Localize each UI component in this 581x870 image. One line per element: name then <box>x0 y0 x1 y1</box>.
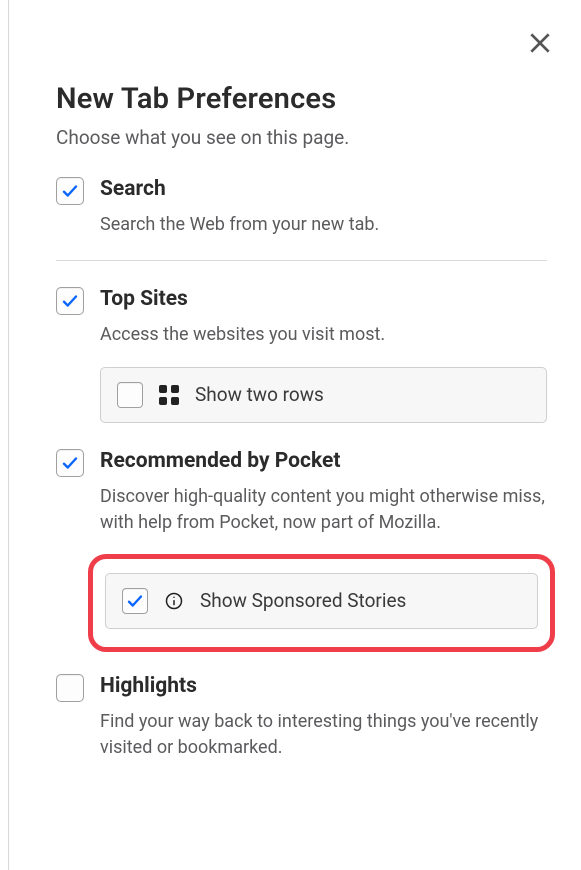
check-icon <box>126 592 144 610</box>
search-desc: Search the Web from your new tab. <box>100 212 547 238</box>
preferences-panel: New Tab Preferences Choose what you see … <box>0 0 581 870</box>
pocket-title: Recommended by Pocket <box>100 449 547 474</box>
page-subtitle: Choose what you see on this page. <box>56 126 547 149</box>
divider <box>56 260 547 261</box>
topsites-rows-panel: Show two rows <box>100 367 547 423</box>
close-button[interactable] <box>527 30 553 56</box>
sponsored-panel: Show Sponsored Stories <box>105 573 538 629</box>
close-icon <box>527 30 553 56</box>
section-highlights: Highlights Find your way back to interes… <box>56 674 547 761</box>
section-search: Search Search the Web from your new tab. <box>56 177 547 238</box>
topsites-title: Top Sites <box>100 287 547 312</box>
show-two-rows-label: Show two rows <box>195 383 324 406</box>
page-title: New Tab Preferences <box>56 82 547 116</box>
highlight-annotation: Show Sponsored Stories <box>88 554 555 652</box>
check-icon <box>61 182 79 200</box>
check-icon <box>61 292 79 310</box>
info-icon[interactable] <box>164 591 184 611</box>
topsites-checkbox[interactable] <box>56 287 84 315</box>
search-checkbox[interactable] <box>56 177 84 205</box>
check-icon <box>61 454 79 472</box>
grid-icon <box>159 385 179 405</box>
search-title: Search <box>100 177 547 202</box>
highlights-desc: Find your way back to interesting things… <box>100 709 547 761</box>
highlights-title: Highlights <box>100 674 547 699</box>
pocket-desc: Discover high-quality content you might … <box>100 484 547 536</box>
sponsored-label: Show Sponsored Stories <box>200 589 406 612</box>
pocket-checkbox[interactable] <box>56 449 84 477</box>
sponsored-checkbox[interactable] <box>122 588 148 614</box>
show-two-rows-checkbox[interactable] <box>117 382 143 408</box>
section-topsites: Top Sites Access the websites you visit … <box>56 287 547 422</box>
section-pocket: Recommended by Pocket Discover high-qual… <box>56 449 547 652</box>
topsites-desc: Access the websites you visit most. <box>100 322 547 348</box>
highlights-checkbox[interactable] <box>56 674 84 702</box>
